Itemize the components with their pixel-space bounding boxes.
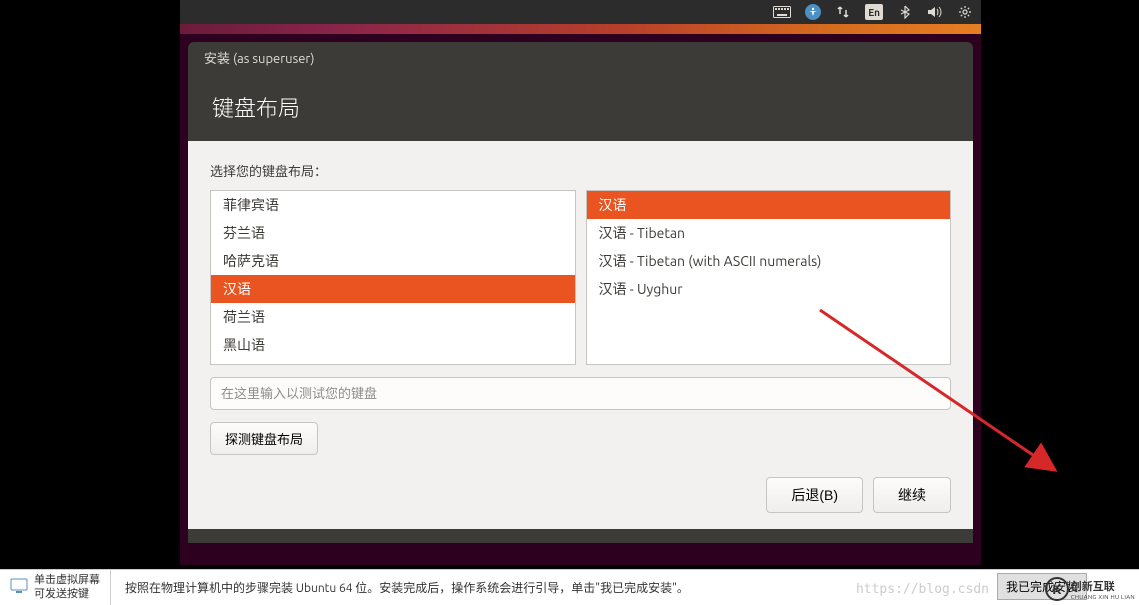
- input-method-badge[interactable]: En: [865, 4, 883, 20]
- list-item[interactable]: 汉语 - Tibetan: [587, 219, 951, 247]
- list-item[interactable]: 哈萨克语: [211, 247, 575, 275]
- list-item[interactable]: 黑山语: [211, 331, 575, 359]
- brand-gradient: [180, 24, 981, 34]
- list-item[interactable]: 汉语: [587, 191, 951, 219]
- watermark: https://blog.csdn: [856, 582, 989, 597]
- back-button[interactable]: 后退(B): [766, 477, 863, 513]
- window-title: 安装 (as superuser): [204, 52, 314, 66]
- outer-backdrop: En 安装 (as superuser) 键盘布局 选择您的键盘布局： 菲律宾语…: [0, 0, 1139, 570]
- list-item[interactable]: 捷克: [211, 359, 575, 365]
- list-item[interactable]: 荷兰语: [211, 303, 575, 331]
- click-hint: 单击虚拟屏幕 可发送按键: [0, 570, 111, 605]
- list-item[interactable]: 菲律宾语: [211, 191, 575, 219]
- content-panel: 选择您的键盘布局： 菲律宾语芬兰语哈萨克语汉语荷兰语黑山语捷克 汉语汉语 - T…: [188, 141, 973, 529]
- accessibility-icon[interactable]: [805, 4, 821, 20]
- logo-mark: K: [1045, 577, 1069, 601]
- bluetooth-icon[interactable]: [897, 4, 913, 20]
- detect-layout-button[interactable]: 探测键盘布局: [210, 422, 318, 455]
- language-listbox[interactable]: 菲律宾语芬兰语哈萨克语汉语荷兰语黑山语捷克: [210, 190, 576, 365]
- network-icon[interactable]: [835, 4, 851, 20]
- vm-viewport: En 安装 (as superuser) 键盘布局 选择您的键盘布局： 菲律宾语…: [180, 0, 981, 565]
- list-item[interactable]: 芬兰语: [211, 219, 575, 247]
- page-heading: 键盘布局: [188, 73, 973, 141]
- variant-listbox[interactable]: 汉语汉语 - Tibetan汉语 - Tibetan (with ASCII n…: [586, 190, 952, 365]
- list-item[interactable]: 汉语: [211, 275, 575, 303]
- gear-icon[interactable]: [957, 4, 973, 20]
- brand-en: CHUANG XIN HU LIAN: [1071, 594, 1135, 601]
- hint-line2: 可发送按键: [34, 588, 100, 601]
- nav-row: 后退(B) 继续: [210, 477, 951, 513]
- lists-row: 菲律宾语芬兰语哈萨克语汉语荷兰语黑山语捷克 汉语汉语 - Tibetan汉语 -…: [210, 190, 951, 365]
- window-footer: [188, 529, 973, 543]
- window-titlebar: 安装 (as superuser): [188, 42, 973, 73]
- brand-cn: 创新互联: [1071, 578, 1135, 594]
- top-menubar: En: [180, 0, 981, 24]
- brand-logo: K 创新互联 CHUANG XIN HU LIAN: [1045, 577, 1135, 601]
- list-item[interactable]: 汉语 - Uyghur: [587, 275, 951, 303]
- continue-button[interactable]: 继续: [873, 477, 951, 513]
- keyboard-test-input[interactable]: [210, 377, 951, 410]
- keyboard-icon[interactable]: [773, 4, 791, 20]
- layout-prompt: 选择您的键盘布局：: [210, 161, 951, 180]
- monitor-icon: [10, 578, 28, 597]
- volume-icon[interactable]: [927, 4, 943, 20]
- hint-line1: 单击虚拟屏幕: [34, 574, 100, 587]
- list-item[interactable]: 汉语 - Tibetan (with ASCII numerals): [587, 247, 951, 275]
